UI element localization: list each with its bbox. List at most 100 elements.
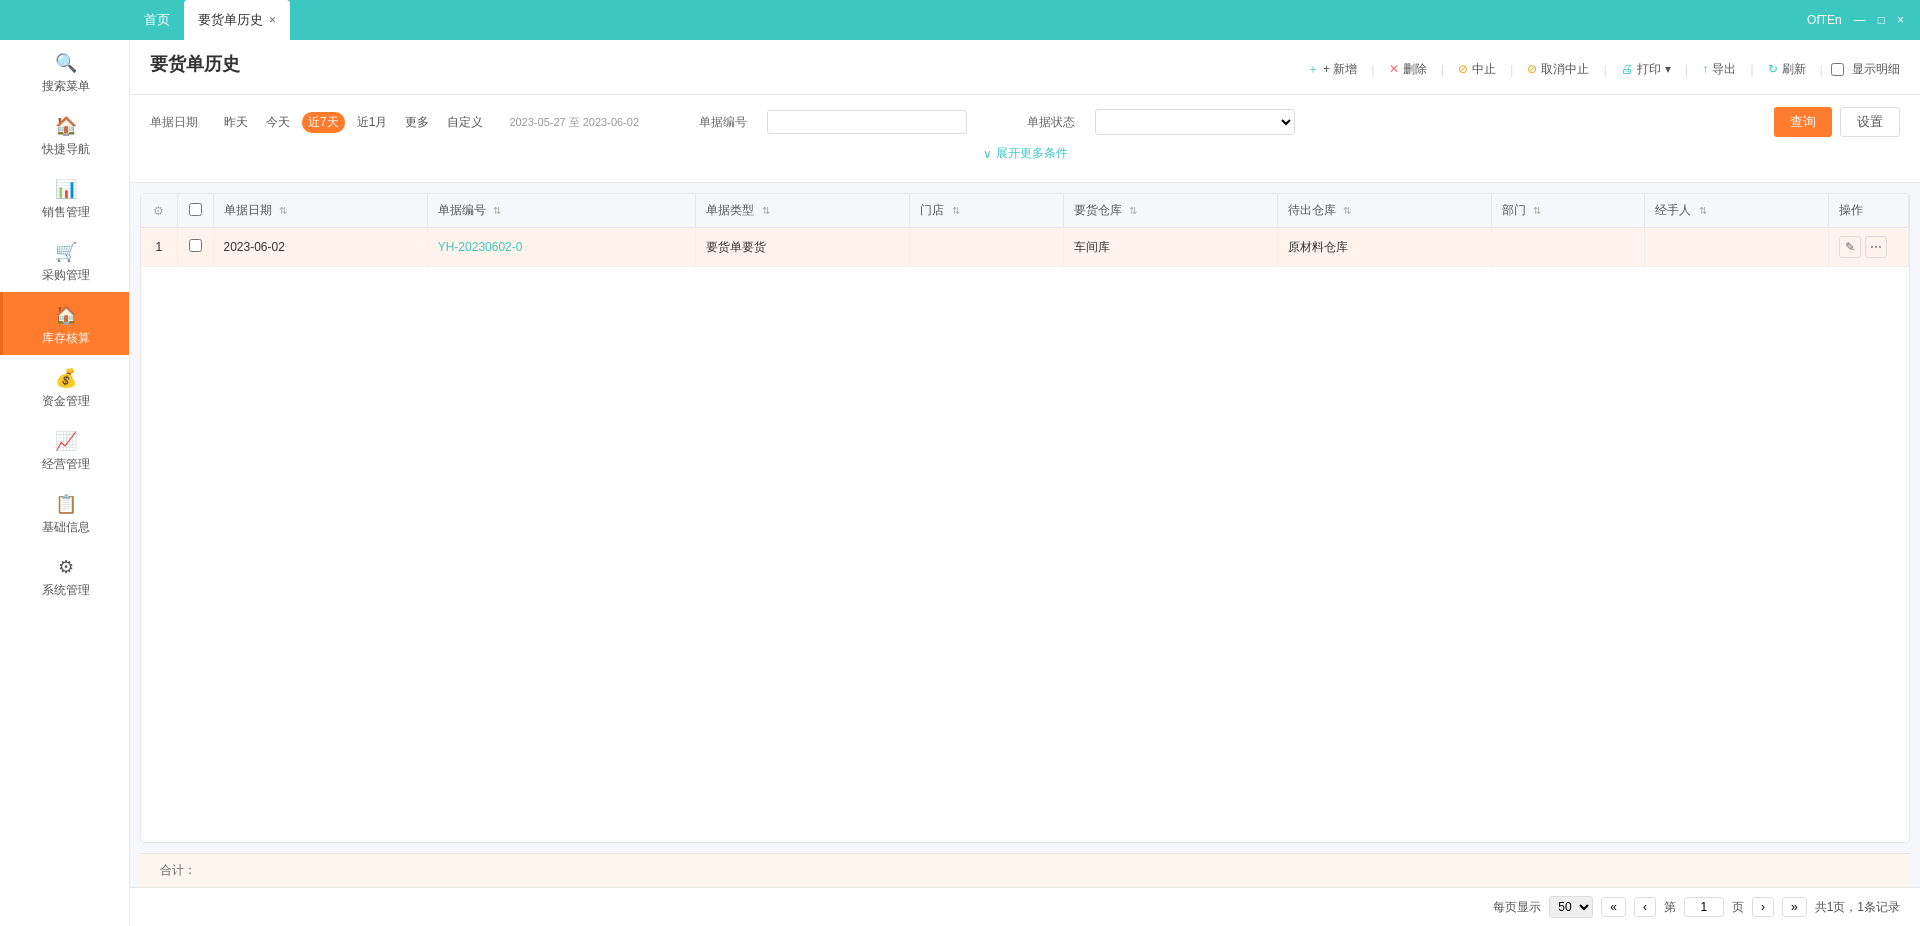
sort-pending-warehouse-icon[interactable]: ⇅ [1343, 205, 1351, 216]
sidebar-item-basic[interactable]: 📋 基础信息 [0, 481, 129, 544]
sidebar-item-purchase[interactable]: 🛒 采购管理 [0, 229, 129, 292]
row-edit-button[interactable]: ✎ [1839, 236, 1861, 258]
print-button[interactable]: 🖨 打印 ▾ [1615, 57, 1677, 82]
date-range-display: 2023-05-27 至 2023-06-02 [509, 115, 639, 130]
sort-bill-type-icon[interactable]: ⇅ [762, 205, 770, 216]
row-checkbox[interactable] [177, 228, 213, 267]
table-header: ⚙ 单据日期 ⇅ 单据编号 ⇅ [141, 194, 1909, 228]
row-bill-type: 要货单要货 [696, 228, 910, 267]
col-bill-no-label: 单据编号 [438, 203, 486, 217]
export-icon: ↑ [1702, 62, 1708, 76]
stop-icon: ⊘ [1458, 62, 1468, 76]
date-btn-more[interactable]: 更多 [399, 112, 435, 133]
sort-date-icon[interactable]: ⇅ [279, 205, 287, 216]
sidebar-item-search[interactable]: 🔍 搜索菜单 [0, 40, 129, 103]
col-checkbox [177, 194, 213, 228]
sort-store-icon[interactable]: ⇅ [952, 205, 960, 216]
expand-more-btn[interactable]: ∨ 展开更多条件 [983, 145, 1068, 162]
date-btn-yesterday[interactable]: 昨天 [218, 112, 254, 133]
first-page-button[interactable]: « [1601, 897, 1626, 917]
date-btn-7days[interactable]: 近7天 [302, 112, 345, 133]
tab-home-label: 首页 [144, 11, 170, 29]
sidebar-item-sales[interactable]: 📊 销售管理 [0, 166, 129, 229]
table-footer: 合计： [140, 853, 1910, 887]
sidebar-item-operation-label: 经营管理 [42, 456, 90, 473]
row-index: 1 [141, 228, 177, 267]
display-detail-button[interactable]: 显示明细 [1831, 61, 1900, 78]
sidebar-item-inventory[interactable]: 🏠 库存核算 [0, 292, 129, 355]
date-buttons: 昨天 今天 近7天 近1月 更多 自定义 [218, 112, 489, 133]
col-settings[interactable]: ⚙ [141, 194, 177, 228]
sidebar-item-operation[interactable]: 📈 经营管理 [0, 418, 129, 481]
prev-page-button[interactable]: ‹ [1634, 897, 1656, 917]
row-department [1492, 228, 1645, 267]
status-select[interactable] [1095, 109, 1295, 135]
sort-bill-no-icon[interactable]: ⇅ [493, 205, 501, 216]
select-all-checkbox[interactable] [189, 203, 202, 216]
brand-label: OfTEn [1807, 13, 1842, 27]
per-page-label: 每页显示 [1493, 899, 1541, 916]
row-store [910, 228, 1063, 267]
finance-icon: 💰 [55, 367, 77, 389]
print-label: 打印 [1637, 61, 1661, 78]
col-bill-no: 单据编号 ⇅ [427, 194, 696, 228]
expand-more-label: 展开更多条件 [996, 145, 1068, 162]
sidebar-item-system[interactable]: ⚙ 系统管理 [0, 544, 129, 607]
tab-history[interactable]: 要货单历史 × [184, 0, 290, 40]
filter-area: 单据日期 昨天 今天 近7天 近1月 更多 自定义 2023-05-27 至 2… [130, 95, 1920, 183]
export-button[interactable]: ↑ 导出 [1696, 57, 1742, 82]
query-button[interactable]: 查询 [1774, 107, 1832, 137]
purchase-icon: 🛒 [55, 241, 77, 263]
sidebar-item-basic-label: 基础信息 [42, 519, 90, 536]
row-more-button[interactable]: ⋯ [1865, 236, 1887, 258]
page-input[interactable] [1684, 897, 1724, 917]
sidebar-item-shortcut[interactable]: 🏠 快捷导航 [0, 103, 129, 166]
last-page-button[interactable]: » [1782, 897, 1807, 917]
minimize-btn[interactable]: — [1854, 13, 1866, 27]
print-chevron: ▾ [1665, 62, 1671, 76]
table-area: ⚙ 单据日期 ⇅ 单据编号 ⇅ [140, 193, 1910, 843]
refresh-label: 刷新 [1782, 61, 1806, 78]
col-store-label: 门店 [920, 203, 944, 217]
settings-icon[interactable]: ⚙ [153, 204, 164, 218]
sidebar-item-finance[interactable]: 💰 资金管理 [0, 355, 129, 418]
delete-label: 删除 [1403, 61, 1427, 78]
export-label: 导出 [1712, 61, 1736, 78]
stop-button[interactable]: ⊘ 中止 [1452, 57, 1502, 82]
col-bill-type-label: 单据类型 [706, 203, 754, 217]
sort-req-warehouse-icon[interactable]: ⇅ [1129, 205, 1137, 216]
col-date: 单据日期 ⇅ [213, 194, 427, 228]
display-detail-checkbox[interactable] [1831, 63, 1844, 76]
sort-department-icon[interactable]: ⇅ [1533, 205, 1541, 216]
header-actions: ＋ + 新增 | ✕ 删除 | ⊘ 中止 | ⊘ [1301, 57, 1900, 82]
date-btn-today[interactable]: 今天 [260, 112, 296, 133]
sidebar-item-purchase-label: 采购管理 [42, 267, 90, 284]
sort-handler-icon[interactable]: ⇅ [1699, 205, 1707, 216]
per-page-select[interactable]: 50 [1549, 896, 1593, 918]
date-btn-custom[interactable]: 自定义 [441, 112, 489, 133]
tab-history-close[interactable]: × [269, 13, 276, 27]
maximize-btn[interactable]: □ [1878, 13, 1885, 27]
col-date-label: 单据日期 [224, 203, 272, 217]
col-handler: 经手人 ⇅ [1645, 194, 1829, 228]
col-ops: 操作 [1829, 194, 1909, 228]
row-select-checkbox[interactable] [189, 239, 202, 252]
new-button[interactable]: ＋ + 新增 [1301, 57, 1363, 82]
refresh-button[interactable]: ↻ 刷新 [1762, 57, 1812, 82]
bill-no-input[interactable] [767, 110, 967, 134]
sidebar-item-sales-label: 销售管理 [42, 204, 90, 221]
tab-home[interactable]: 首页 [130, 0, 184, 40]
delete-button[interactable]: ✕ 删除 [1383, 57, 1433, 82]
top-bar: 首页 要货单历史 × OfTEn — □ × [0, 0, 1920, 40]
row-bill-no-link[interactable]: YH-20230602-0 [438, 240, 523, 254]
row-pending-warehouse-value: 原材料仓库 [1288, 240, 1348, 254]
settings-button[interactable]: 设置 [1840, 107, 1900, 137]
date-btn-1month[interactable]: 近1月 [351, 112, 394, 133]
new-label: + 新增 [1323, 61, 1357, 78]
row-ops-container: ✎ ⋯ [1839, 236, 1898, 258]
row-bill-no: YH-20230602-0 [427, 228, 696, 267]
cancel-stop-button[interactable]: ⊘ 取消中止 [1521, 57, 1595, 82]
close-btn[interactable]: × [1897, 13, 1904, 27]
next-page-button[interactable]: › [1752, 897, 1774, 917]
sidebar-item-search-label: 搜索菜单 [42, 78, 90, 95]
